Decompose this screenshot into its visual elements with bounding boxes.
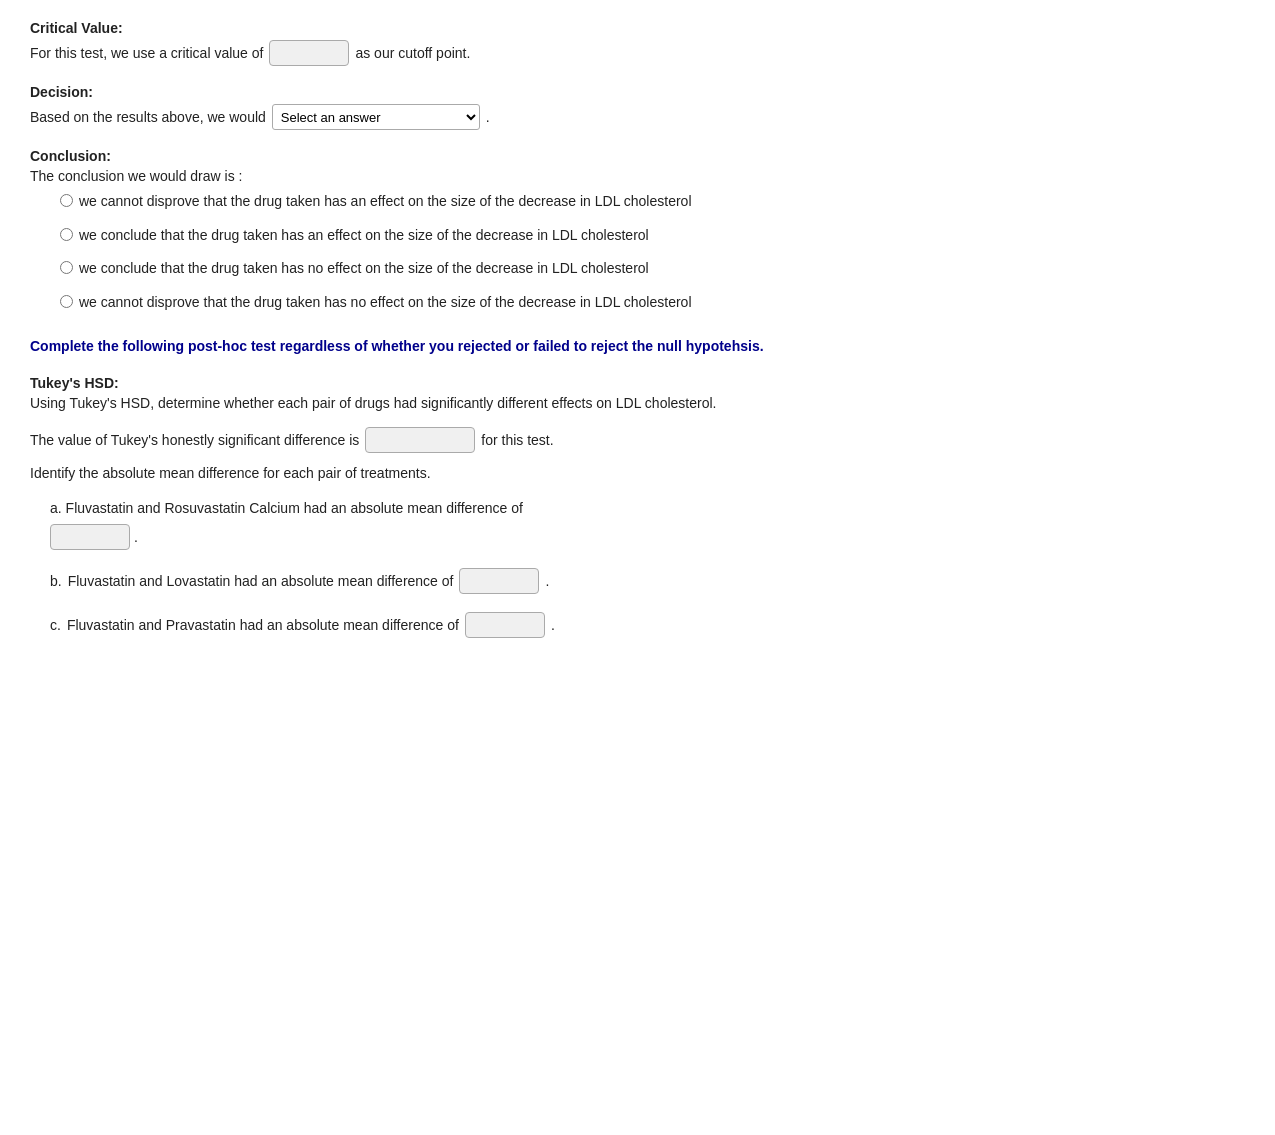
critical-value-row: For this test, we use a critical value o… [30, 40, 1245, 66]
mean-diff-b-input[interactable] [459, 568, 539, 594]
hsd-value-input[interactable] [365, 427, 475, 453]
hsd-text-after: for this test. [481, 432, 553, 448]
decision-title: Decision: [30, 84, 1245, 100]
tukeys-hsd-title: Tukey's HSD: [30, 375, 1245, 391]
conclusion-section: Conclusion: The conclusion we would draw… [30, 148, 1245, 312]
hsd-text-before: The value of Tukey's honestly significan… [30, 432, 359, 448]
mean-diff-item-c: c. Fluvastatin and Pravastatin had an ab… [50, 612, 1245, 638]
mean-diff-item-b: b. Fluvastatin and Lovastatin had an abs… [50, 568, 1245, 594]
mean-diff-a-end: . [134, 529, 138, 545]
conclusion-radio-2[interactable] [60, 261, 73, 274]
mean-diff-b-end: . [545, 570, 549, 592]
conclusion-intro: The conclusion we would draw is : [30, 168, 1245, 184]
mean-diff-a-text: a. Fluvastatin and Rosuvastatin Calcium … [50, 497, 1245, 519]
mean-diff-item-a: a. Fluvastatin and Rosuvastatin Calcium … [50, 497, 1245, 549]
tukeys-hsd-desc-text: Using Tukey's HSD, determine whether eac… [30, 395, 716, 411]
conclusion-title: Conclusion: [30, 148, 1245, 164]
conclusion-option-0-label: we cannot disprove that the drug taken h… [79, 192, 692, 212]
hsd-value-row: The value of Tukey's honestly significan… [30, 427, 1245, 453]
mean-diff-b-row: b. Fluvastatin and Lovastatin had an abs… [50, 568, 1245, 594]
decision-row: Based on the results above, we would Sel… [30, 104, 1245, 130]
mean-diff-c-end: . [551, 614, 555, 636]
mean-diff-a-label: a. [50, 500, 62, 516]
mean-diff-b-desc: Fluvastatin and Lovastatin had an absolu… [68, 570, 454, 592]
critical-value-text-before: For this test, we use a critical value o… [30, 45, 263, 61]
mean-diff-a-input[interactable] [50, 524, 130, 550]
conclusion-option-1[interactable]: we conclude that the drug taken has an e… [60, 226, 1245, 246]
conclusion-option-2-label: we conclude that the drug taken has no e… [79, 259, 649, 279]
mean-diff-c-label: c. [50, 614, 61, 636]
post-hoc-instruction: Complete the following post-hoc test reg… [30, 336, 1245, 357]
decision-text-before: Based on the results above, we would [30, 109, 266, 125]
conclusion-option-0[interactable]: we cannot disprove that the drug taken h… [60, 192, 1245, 212]
decision-text-after: . [486, 109, 490, 125]
tukeys-hsd-description: Using Tukey's HSD, determine whether eac… [30, 395, 1245, 411]
conclusion-radio-3[interactable] [60, 295, 73, 308]
mean-diff-a-desc: Fluvastatin and Rosuvastatin Calcium had… [66, 500, 523, 516]
mean-diff-a-input-block: . [50, 524, 1245, 550]
mean-diff-c-input[interactable] [465, 612, 545, 638]
conclusion-option-1-label: we conclude that the drug taken has an e… [79, 226, 649, 246]
critical-value-section: Critical Value: For this test, we use a … [30, 20, 1245, 66]
mean-diff-pairs: a. Fluvastatin and Rosuvastatin Calcium … [50, 497, 1245, 637]
tukeys-hsd-section: Tukey's HSD: Using Tukey's HSD, determin… [30, 375, 1245, 637]
conclusion-radio-0[interactable] [60, 194, 73, 207]
mean-diff-c-desc: Fluvastatin and Pravastatin had an absol… [67, 614, 459, 636]
mean-diff-c-row: c. Fluvastatin and Pravastatin had an ab… [50, 612, 1245, 638]
critical-value-text-after: as our cutoff point. [355, 45, 470, 61]
decision-dropdown[interactable]: Select an answer reject the null hypothe… [272, 104, 480, 130]
decision-section: Decision: Based on the results above, we… [30, 84, 1245, 130]
conclusion-option-2[interactable]: we conclude that the drug taken has no e… [60, 259, 1245, 279]
mean-diff-b-label: b. [50, 570, 62, 592]
critical-value-input[interactable] [269, 40, 349, 66]
conclusion-option-3[interactable]: we cannot disprove that the drug taken h… [60, 293, 1245, 313]
conclusion-option-3-label: we cannot disprove that the drug taken h… [79, 293, 692, 313]
mean-diff-intro-text: Identify the absolute mean difference fo… [30, 465, 431, 481]
critical-value-title: Critical Value: [30, 20, 1245, 36]
conclusion-radio-group: we cannot disprove that the drug taken h… [60, 192, 1245, 312]
conclusion-radio-1[interactable] [60, 228, 73, 241]
mean-diff-intro-section: Identify the absolute mean difference fo… [30, 465, 1245, 481]
